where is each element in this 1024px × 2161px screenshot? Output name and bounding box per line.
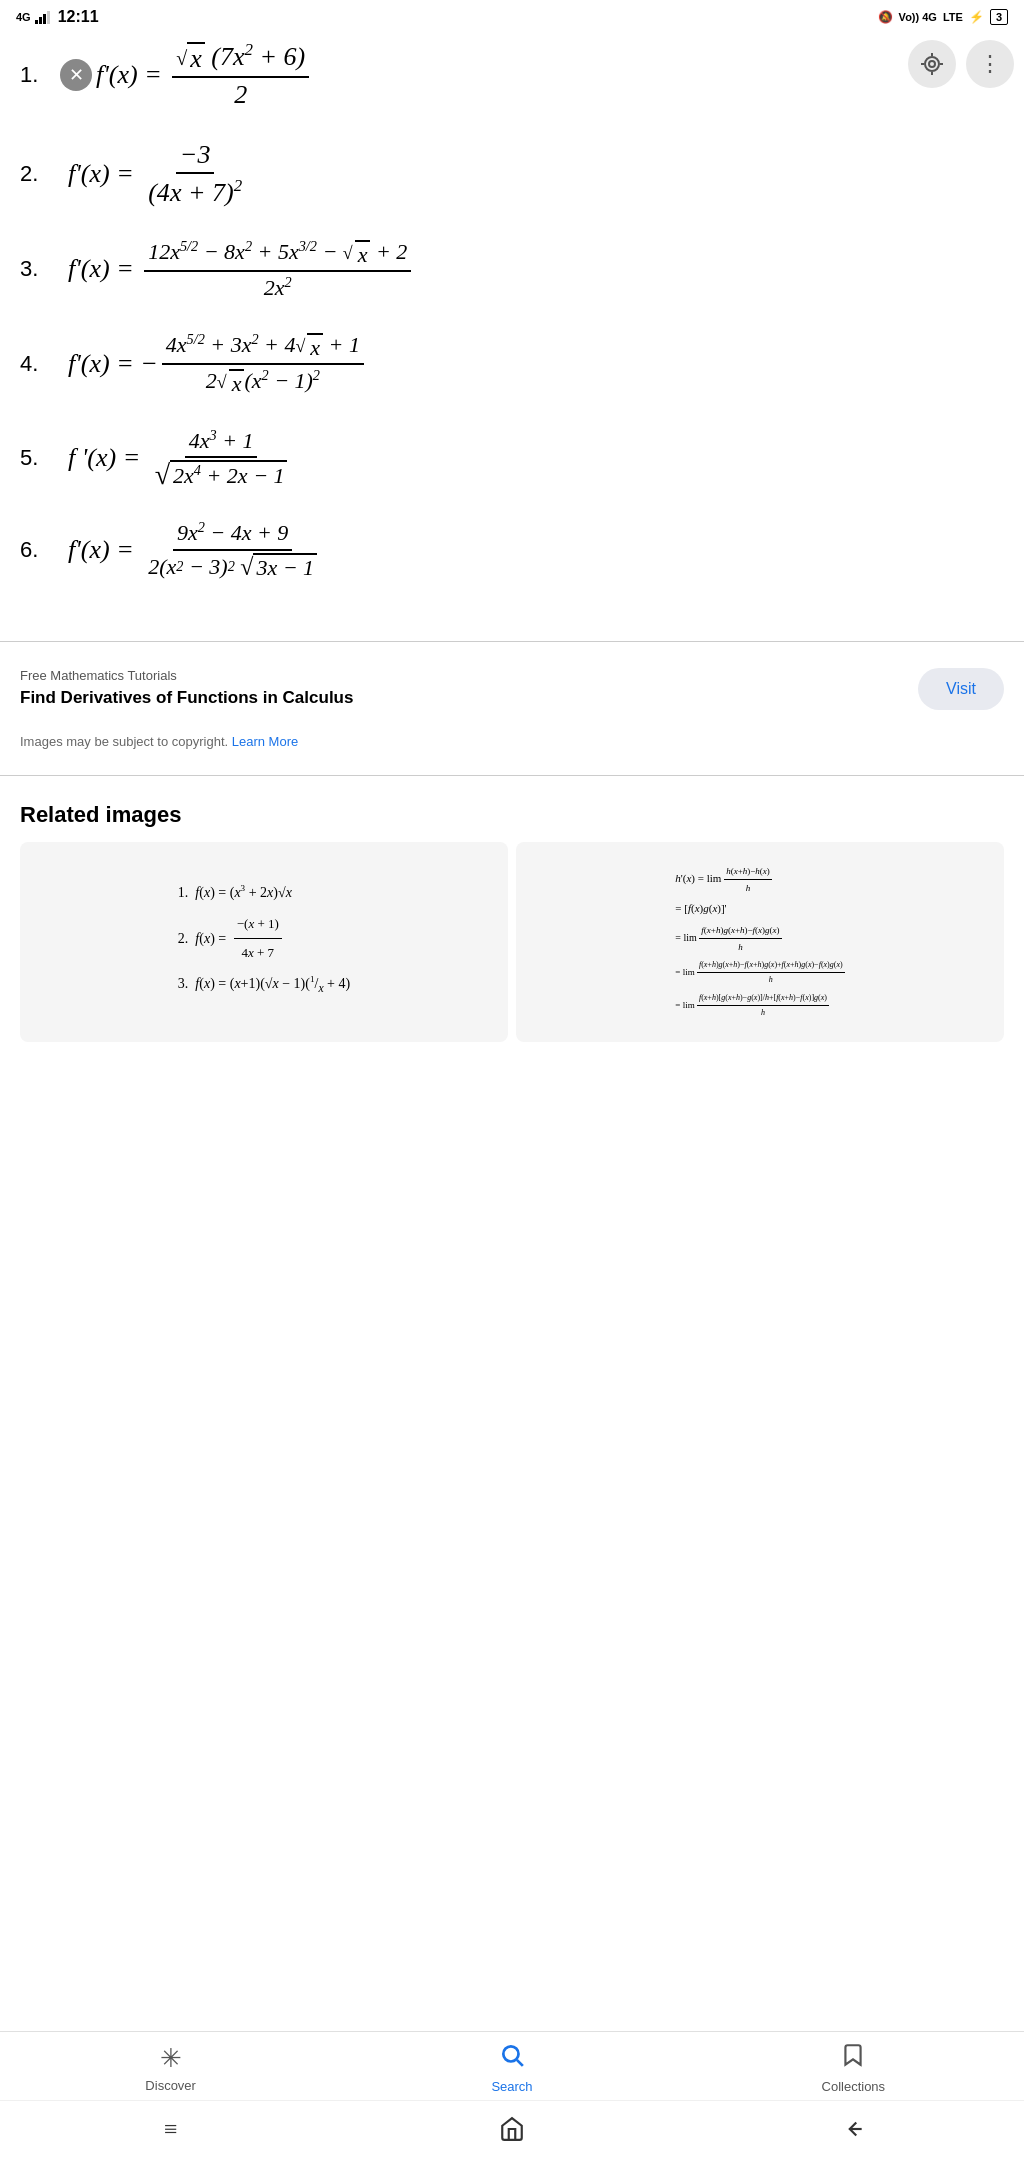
- nav-search[interactable]: Search: [472, 2042, 552, 2094]
- copyright-note: Images may be subject to copyright. Lear…: [0, 726, 1024, 765]
- source-site-name: Free Mathematics Tutorials: [20, 668, 918, 683]
- network-type: Vo)) 4G: [899, 11, 937, 23]
- section-divider: [0, 775, 1024, 776]
- collections-icon: [840, 2042, 866, 2075]
- status-bar: 4G 12:11 🔕 Vo)) 4G LTE ⚡ 3: [0, 0, 1024, 30]
- home-icon: [499, 2116, 525, 2142]
- system-nav: ≡: [0, 2100, 1024, 2161]
- back-button[interactable]: [835, 2111, 871, 2147]
- back-icon: [840, 2116, 866, 2142]
- eq1-formula: f'(x) = √x (7x2 + 6) 2: [96, 40, 1004, 110]
- eq4-formula: f'(x) = − 4x5/2 + 3x2 + 4√x + 1 2√x(x2 −…: [68, 331, 1004, 397]
- eq4-number: 4.: [20, 351, 60, 377]
- time: 12:11: [58, 8, 99, 26]
- eq5-number: 5.: [20, 445, 60, 471]
- eq6-number: 6.: [20, 537, 60, 563]
- learn-more-link[interactable]: Learn More: [232, 734, 298, 749]
- eq1-number: 1.: [20, 62, 60, 88]
- related-image-right[interactable]: h'(x) = lim h(x+h)−h(x)h = [f(x)g(x)]' =…: [516, 842, 1004, 1042]
- collections-label: Collections: [822, 2079, 886, 2094]
- discover-icon: ✳: [160, 2043, 182, 2074]
- network-left: 4G: [16, 11, 31, 23]
- svg-point-6: [503, 2046, 518, 2061]
- nav-collections[interactable]: Collections: [813, 2042, 893, 2094]
- related-image-left[interactable]: 1. f(x) = (x3 + 2x)√x 2. f(x) = −(x + 1)…: [20, 842, 508, 1042]
- related-images-section: Related images 1. f(x) = (x3 + 2x)√x 2. …: [0, 786, 1024, 1058]
- eq2-formula: f'(x) = −3 (4x + 7)2: [68, 140, 1004, 208]
- menu-icon: ≡: [164, 2116, 178, 2143]
- related-math-right: h'(x) = lim h(x+h)−h(x)h = [f(x)g(x)]' =…: [675, 863, 844, 1021]
- eq2-number: 2.: [20, 161, 60, 187]
- equation-5: 5. f '(x) = 4x3 + 1 √ 2x4 + 2x − 1: [20, 427, 1004, 490]
- eq6-formula: f'(x) = 9x2 − 4x + 9 2(x2 − 3)2 √ 3x − 1: [68, 519, 1004, 580]
- equation-6: 6. f'(x) = 9x2 − 4x + 9 2(x2 − 3)2 √ 3x …: [20, 519, 1004, 580]
- source-info: Free Mathematics Tutorials Find Derivati…: [20, 668, 918, 709]
- search-label: Search: [491, 2079, 532, 2094]
- lte-label: LTE: [943, 11, 963, 23]
- status-left: 4G 12:11: [16, 8, 99, 26]
- equation-4: 4. f'(x) = − 4x5/2 + 3x2 + 4√x + 1 2√x(x…: [20, 331, 1004, 397]
- eq3-formula: f'(x) = 12x5/2 − 8x2 + 5x3/2 − √x + 2 2x…: [68, 238, 1004, 301]
- visit-button[interactable]: Visit: [918, 668, 1004, 710]
- home-button[interactable]: [494, 2111, 530, 2147]
- equation-2: 2. f'(x) = −3 (4x + 7)2: [20, 140, 1004, 208]
- nav-items: ✳ Discover Search Collections: [0, 2032, 1024, 2100]
- lightning-icon: ⚡: [969, 10, 984, 24]
- signal-bars: [35, 11, 50, 24]
- math-content: ⋮ 1. ✕ f'(x) = √x (7x2 + 6) 2 2.: [0, 30, 1024, 631]
- related-math-left: 1. f(x) = (x3 + 2x)√x 2. f(x) = −(x + 1)…: [178, 879, 350, 1004]
- battery-indicator: 3: [990, 9, 1008, 25]
- source-title: Find Derivatives of Functions in Calculu…: [20, 687, 918, 709]
- svg-line-7: [517, 2060, 523, 2066]
- related-title: Related images: [20, 802, 1004, 828]
- discover-label: Discover: [145, 2078, 196, 2093]
- eq3-number: 3.: [20, 256, 60, 282]
- source-banner: Free Mathematics Tutorials Find Derivati…: [0, 652, 1024, 726]
- related-images-grid: 1. f(x) = (x3 + 2x)√x 2. f(x) = −(x + 1)…: [20, 842, 1004, 1042]
- status-right: 🔕 Vo)) 4G LTE ⚡ 3: [878, 9, 1008, 25]
- nav-discover[interactable]: ✳ Discover: [131, 2043, 211, 2093]
- equation-1: 1. ✕ f'(x) = √x (7x2 + 6) 2: [20, 40, 1004, 110]
- close-button-eq1[interactable]: ✕: [60, 59, 92, 91]
- search-icon: [499, 2042, 525, 2075]
- equation-3: 3. f'(x) = 12x5/2 − 8x2 + 5x3/2 − √x + 2…: [20, 238, 1004, 301]
- bottom-nav: ✳ Discover Search Collections ≡: [0, 2031, 1024, 2161]
- no-sound-icon: 🔕: [878, 10, 893, 24]
- menu-button[interactable]: ≡: [153, 2111, 189, 2147]
- content-divider: [0, 641, 1024, 642]
- eq5-formula: f '(x) = 4x3 + 1 √ 2x4 + 2x − 1: [68, 427, 1004, 490]
